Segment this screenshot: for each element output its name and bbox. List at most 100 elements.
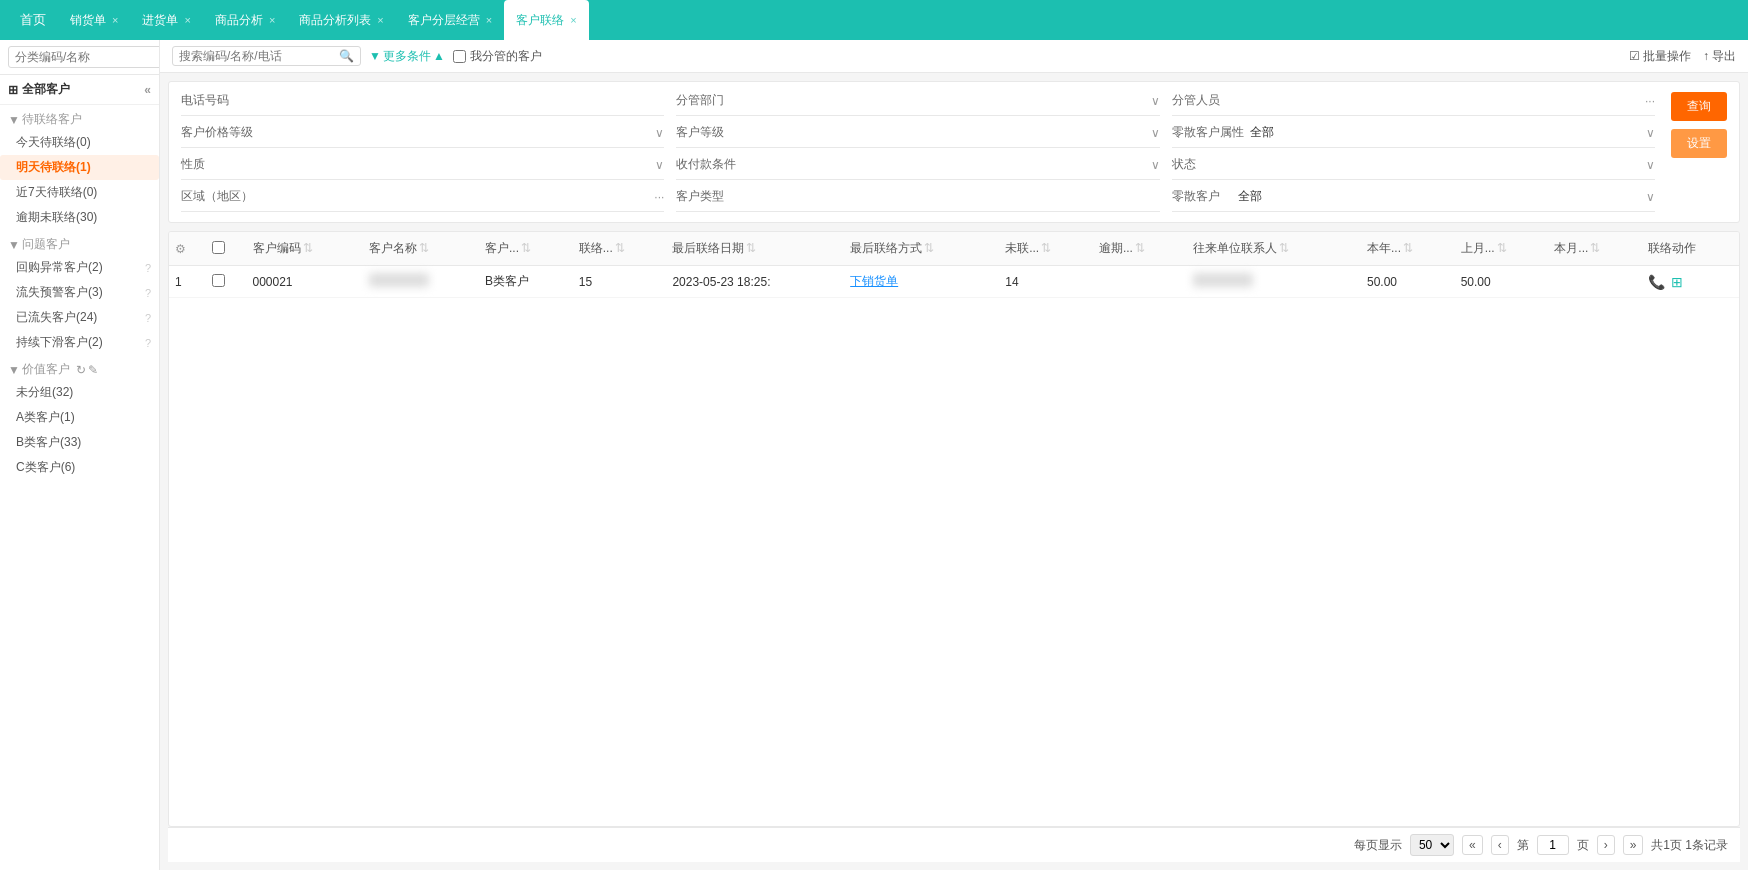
nav-home[interactable]: 首页 [8,0,58,40]
filter-price-level-select[interactable]: ∨ [259,126,664,140]
reset-button[interactable]: 设置 [1671,129,1727,158]
sidebar-item-ungrouped[interactable]: 未分组(32) [0,380,159,405]
checkbox-icon: ☑ [1629,49,1640,63]
sidebar-item-declining[interactable]: 持续下滑客户(2) ? [0,330,159,355]
sidebar-all-customers[interactable]: ⊞ 全部客户 « [0,75,159,105]
help-icon: ? [145,337,151,349]
td-contact-person [1187,266,1361,298]
close-icon[interactable]: × [184,0,190,40]
my-customers-checkbox[interactable] [453,50,466,63]
th-contact-count: 联络...⇅ [573,232,667,266]
batch-op-btn[interactable]: ☑ 批量操作 [1629,48,1691,65]
row-checkbox[interactable] [212,274,225,287]
nav-item-analysis-list[interactable]: 商品分析列表 × [287,0,395,40]
th-contact-person: 往来单位联系人⇅ [1187,232,1361,266]
filter-phone-input[interactable] [247,94,664,108]
sidebar-search-input[interactable] [8,46,160,68]
first-page-btn[interactable]: « [1462,835,1483,855]
filter-manager-select[interactable]: ··· [1238,94,1655,108]
settings-icon[interactable]: ⚙ [175,242,186,256]
sidebar-item-class-a[interactable]: A类客户(1) [0,405,159,430]
filter-nature-select[interactable]: ∨ [247,158,664,172]
select-all-checkbox[interactable] [212,241,225,254]
main-layout: 🔍 ⊞ 全部客户 « ▼ 待联络客户 今天待联络(0) 明天待联络(1) 近7天… [0,40,1748,870]
th-type: 客户...⇅ [479,232,573,266]
edit-icon[interactable]: ✎ [88,363,98,377]
sidebar: 🔍 ⊞ 全部客户 « ▼ 待联络客户 今天待联络(0) 明天待联络(1) 近7天… [0,40,160,870]
filter-dept-select[interactable]: ∨ [742,94,1159,108]
th-last-month: 上月...⇅ [1455,232,1549,266]
grid-icon: ⊞ [8,83,18,97]
nav-item-customer-layer[interactable]: 客户分层经营 × [396,0,504,40]
sort-icon: ⇅ [419,241,429,255]
help-icon: ? [145,312,151,324]
th-this-month: 本月...⇅ [1548,232,1642,266]
close-icon[interactable]: × [112,0,118,40]
close-icon[interactable]: × [486,0,492,40]
prev-page-btn[interactable]: ‹ [1491,835,1509,855]
chevron-down-icon: ∨ [1151,158,1160,172]
sidebar-item-tomorrow[interactable]: 明天待联络(1) [0,155,159,180]
page-size-select[interactable]: 50 [1410,834,1454,856]
filter-payment: 收付款条件 ∨ [676,156,1159,180]
grid-action-icon[interactable]: ⊞ [1671,274,1683,290]
td-last-month: 50.00 [1455,266,1549,298]
nav-item-analysis[interactable]: 商品分析 × [203,0,287,40]
td-type: B类客户 [479,266,573,298]
close-icon[interactable]: × [377,0,383,40]
last-contact-method-link[interactable]: 下销货单 [850,274,898,288]
refresh-icon[interactable]: ↻ [76,363,86,377]
nav-item-purchase[interactable]: 进货单 × [130,0,202,40]
filter-retail-attr-select[interactable]: 全部 ∨ [1250,124,1655,141]
sort-icon: ⇅ [1403,241,1413,255]
filter-customer-type-input[interactable] [742,190,1159,204]
close-icon[interactable]: × [570,0,576,40]
td-code: 000021 [247,266,363,298]
export-btn[interactable]: ↑ 导出 [1703,48,1736,65]
phone-icon[interactable]: 📞 [1648,274,1665,290]
filter-dept: 分管部门 ∨ [676,92,1159,116]
nav-item-sales[interactable]: 销货单 × [58,0,130,40]
filter-price-level: 客户价格等级 ∨ [181,124,664,148]
filter-icon: ▼ [369,49,381,63]
td-name [363,266,479,298]
search-icon[interactable]: 🔍 [339,49,354,63]
sidebar-item-churn-warning[interactable]: 流失预警客户(3) ? [0,280,159,305]
filter-payment-select[interactable]: ∨ [742,158,1159,172]
query-button[interactable]: 查询 [1671,92,1727,121]
chevron-down-icon: ∨ [655,158,664,172]
filter-region-select[interactable]: ··· [259,190,664,204]
filter-customer-level-select[interactable]: ∨ [742,126,1159,140]
th-this-year: 本年...⇅ [1361,232,1455,266]
page-input[interactable] [1537,835,1569,855]
filter-status: 状态 ∨ [1172,156,1655,180]
sidebar-item-churned[interactable]: 已流失客户(24) ? [0,305,159,330]
search-input[interactable] [179,49,339,63]
th-settings: ⚙ [169,232,206,266]
td-contact-count: 15 [573,266,667,298]
next-page-btn[interactable]: › [1597,835,1615,855]
last-page-btn[interactable]: » [1623,835,1644,855]
close-icon[interactable]: × [269,0,275,40]
sidebar-search-wrap: 🔍 [0,40,159,75]
toolbar: 🔍 ▼ 更多条件 ▲ 我分管的客户 ☑ 批量操作 ↑ 导出 [160,40,1748,73]
my-customers-checkbox-wrap[interactable]: 我分管的客户 [453,48,542,65]
td-actions: 📞 ⊞ [1642,266,1739,298]
filter-manager: 分管人员 ··· [1172,92,1655,116]
filter-retail-customer-select[interactable]: 全部 ∨ [1238,188,1655,205]
sidebar-item-today[interactable]: 今天待联络(0) [0,130,159,155]
sort-icon: ⇅ [303,241,313,255]
td-overdue [1093,266,1187,298]
sidebar-item-overdue[interactable]: 逾期未联络(30) [0,205,159,230]
sidebar-item-class-b[interactable]: B类客户(33) [0,430,159,455]
sidebar-item-repurchase-anomaly[interactable]: 回购异常客户(2) ? [0,255,159,280]
filter-btn[interactable]: ▼ 更多条件 ▲ [369,48,445,65]
filter-status-select[interactable]: ∨ [1238,158,1655,172]
sidebar-item-7days[interactable]: 近7天待联络(0) [0,180,159,205]
sidebar-item-class-c[interactable]: C类客户(6) [0,455,159,480]
sort-icon: ⇅ [1497,241,1507,255]
nav-item-customer-contact[interactable]: 客户联络 × [504,0,588,40]
top-nav: 首页 销货单 × 进货单 × 商品分析 × 商品分析列表 × 客户分层经营 × … [0,0,1748,40]
filter-phone: 电话号码 [181,92,664,116]
td-unlocked: 14 [999,266,1093,298]
